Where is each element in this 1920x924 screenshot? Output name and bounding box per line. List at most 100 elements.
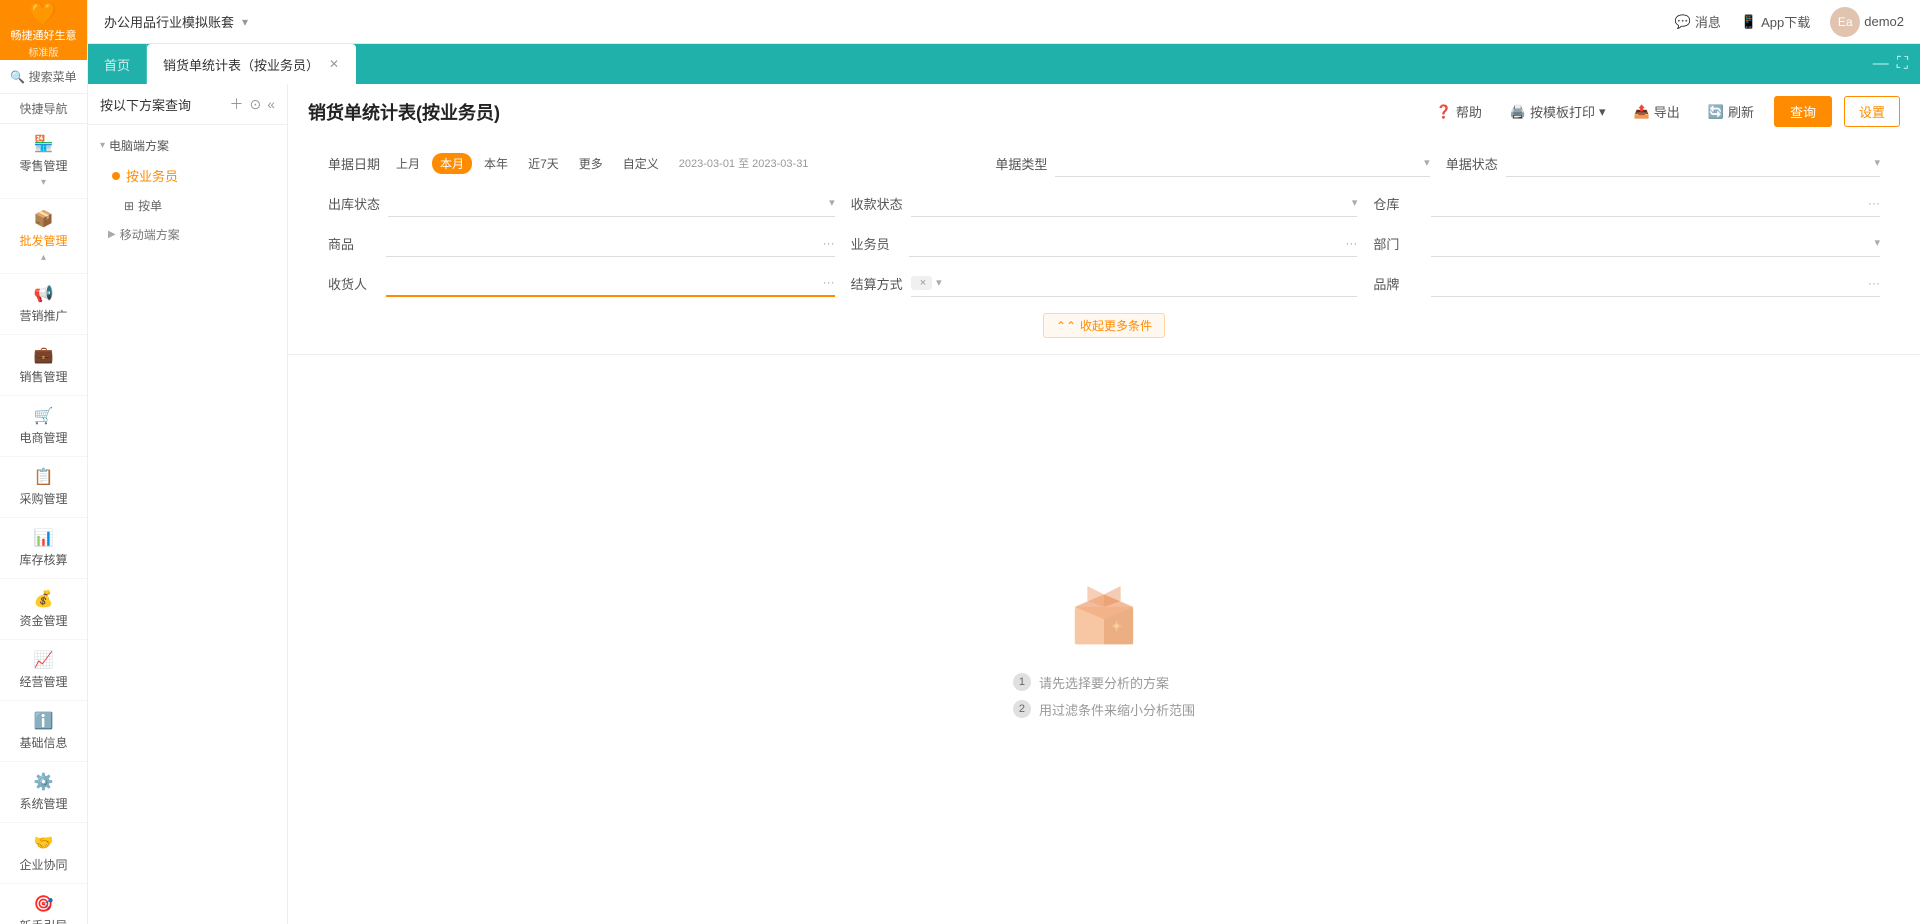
sidebar-item-ecommerce[interactable]: 🛒 电商管理 <box>0 396 87 457</box>
status-label: 单据状态 <box>1446 154 1498 173</box>
add-scheme-button[interactable]: ＋ <box>229 94 243 114</box>
sidebar-item-marketing[interactable]: 📢 营销推广 <box>0 274 87 335</box>
date-label: 单据日期 <box>328 154 380 173</box>
filter-row-1: 单据日期 上月 本月 本年 近7天 更多 自定义 2023-03-01 至 20… <box>328 149 1880 177</box>
date-tabs: 上月 本月 本年 近7天 更多 自定义 <box>388 153 667 174</box>
date-tab-more[interactable]: 更多 <box>571 153 611 174</box>
filter-area: 单据日期 上月 本月 本年 近7天 更多 自定义 2023-03-01 至 20… <box>308 137 1900 354</box>
type-arrow-icon: ▾ <box>1424 156 1430 169</box>
outin-control[interactable]: ▾ <box>388 189 835 217</box>
desktop-scheme-header[interactable]: ▾ 电脑端方案 <box>88 131 287 160</box>
lph-title: 按以下方案查询 <box>100 95 191 114</box>
topbar-title: 办公用品行业模拟账套 <box>104 12 234 31</box>
tab-close-icon[interactable]: ✕ <box>329 57 339 71</box>
template-print-button[interactable]: 🖨️ 按模板打印 ▾ <box>1502 98 1614 125</box>
sidebar-item-retail[interactable]: 🏪 零售管理 ▾ <box>0 124 87 199</box>
mobile-scheme-header[interactable]: ▶ 移动端方案 <box>88 220 287 249</box>
sidebar-item-wholesale[interactable]: 📦 批发管理 ▴ <box>0 199 87 274</box>
collapse-label: 收起更多条件 <box>1080 317 1152 334</box>
brand-control[interactable]: ··· <box>1431 269 1880 297</box>
topbar: 办公用品行业模拟账套 ▾ 💬 消息 📱 App下载 Ea demo2 <box>88 0 1920 44</box>
receipt-control[interactable]: ▾ <box>911 189 1358 217</box>
hint-text-2: 用过滤条件来缩小分析范围 <box>1039 700 1195 719</box>
dept-control[interactable]: ▾ <box>1431 229 1880 257</box>
mobile-scheme-label: 移动端方案 <box>120 226 180 243</box>
sidebar-item-sales-label: 销售管理 <box>19 368 67 385</box>
sidebar-item-finance[interactable]: 💰 资金管理 <box>0 579 87 640</box>
filter-payment: 结算方式 × ▾ <box>851 269 1358 297</box>
refresh-button[interactable]: 🔄 刷新 <box>1700 98 1762 125</box>
tab-home[interactable]: 首页 <box>88 44 147 84</box>
salesman-control[interactable]: ··· <box>909 229 1358 257</box>
user-menu[interactable]: Ea demo2 <box>1830 7 1904 37</box>
query-button[interactable]: 查询 <box>1774 96 1832 127</box>
topbar-dropdown-icon[interactable]: ▾ <box>242 15 248 29</box>
scheme-item-salesman-label: 按业务员 <box>126 166 178 185</box>
sidebar-item-newbie[interactable]: 🎯 新手引导 <box>0 884 87 924</box>
filter-type: 单据类型 ▾ <box>995 149 1429 177</box>
receipt-arrow-icon: ▾ <box>1352 196 1358 209</box>
help-label: 帮助 <box>1456 102 1482 121</box>
message-button[interactable]: 💬 消息 <box>1675 12 1721 31</box>
app-download-icon: 📱 <box>1741 14 1757 30</box>
window-min-icon[interactable]: — <box>1873 55 1889 73</box>
finance-icon: 💰 <box>34 589 54 609</box>
export-button[interactable]: 📤 导出 <box>1626 98 1688 125</box>
payment-arrow-icon: ▾ <box>936 276 942 289</box>
empty-icon <box>1054 561 1154 661</box>
payment-tag-close-icon[interactable]: × <box>920 277 926 289</box>
topbar-left: 办公用品行业模拟账套 ▾ <box>104 12 248 31</box>
sub-item-byorder[interactable]: ⊞ 按单 <box>88 191 287 220</box>
purchase-icon: 📋 <box>34 467 54 487</box>
sidebar-item-purchase[interactable]: 📋 采购管理 <box>0 457 87 518</box>
sidebar-item-sales[interactable]: 💼 销售管理 <box>0 335 87 396</box>
type-control[interactable]: ▾ <box>1055 149 1429 177</box>
collapse-up-icon: ⌃⌃ <box>1056 319 1076 333</box>
sidebar-item-operation-label: 经营管理 <box>19 673 67 690</box>
date-tab-custom[interactable]: 自定义 <box>615 153 667 174</box>
help-button[interactable]: ❓ 帮助 <box>1428 98 1490 125</box>
basic-icon: ℹ️ <box>34 711 54 731</box>
collapse-panel-button[interactable]: « <box>267 96 275 112</box>
refresh-icon: 🔄 <box>1708 104 1724 120</box>
app-download-button[interactable]: 📱 App下载 <box>1741 12 1810 31</box>
sidebar-item-inventory-label: 库存核算 <box>19 551 67 568</box>
warehouse-dots-icon: ··· <box>1868 196 1880 210</box>
settings-button[interactable]: 设置 <box>1844 96 1900 127</box>
mobile-scheme-expand-icon: ▶ <box>108 229 116 240</box>
sidebar-item-inventory[interactable]: 📊 库存核算 <box>0 518 87 579</box>
goods-dots-icon: ··· <box>823 236 835 250</box>
date-tab-thisyear[interactable]: 本年 <box>476 153 516 174</box>
receiver-control[interactable]: ··· <box>386 269 835 297</box>
filter-date: 单据日期 上月 本月 本年 近7天 更多 自定义 2023-03-01 至 20… <box>328 153 979 174</box>
payment-control[interactable]: × ▾ <box>911 269 1358 297</box>
payment-label: 结算方式 <box>851 274 903 293</box>
sidebar-item-basic[interactable]: ℹ️ 基础信息 <box>0 701 87 762</box>
date-tab-lastmonth[interactable]: 上月 <box>388 153 428 174</box>
filter-row-3: 商品 ··· 业务员 ··· <box>328 229 1880 257</box>
settings-scheme-button[interactable]: ⊙ <box>249 96 261 113</box>
brand-label: 品牌 <box>1373 274 1423 293</box>
payment-tag: × <box>911 276 932 290</box>
collapse-button[interactable]: ⌃⌃ 收起更多条件 <box>1043 313 1165 338</box>
page-header-row: 销货单统计表(按业务员) ❓ 帮助 🖨️ 按模板打印 ▾ 📤 <box>308 96 1900 127</box>
tab-report[interactable]: 销货单统计表（按业务员） ✕ <box>147 44 356 84</box>
window-max-icon[interactable]: ⛶ <box>1897 55 1908 73</box>
warehouse-control[interactable]: ··· <box>1431 189 1880 217</box>
quick-nav[interactable]: 快捷导航 <box>0 94 87 124</box>
receiver-label: 收货人 <box>328 274 378 293</box>
sidebar-item-operation[interactable]: 📈 经营管理 <box>0 640 87 701</box>
date-tab-thismonth[interactable]: 本月 <box>432 153 472 174</box>
goods-control[interactable]: ··· <box>386 229 835 257</box>
sidebar-item-enterprise[interactable]: 🤝 企业协同 <box>0 823 87 884</box>
avatar: Ea <box>1830 7 1860 37</box>
wholesale-expand-icon: ▴ <box>41 252 46 263</box>
sidebar-item-system[interactable]: ⚙️ 系统管理 <box>0 762 87 823</box>
date-tab-7days[interactable]: 近7天 <box>520 153 567 174</box>
scheme-item-salesman[interactable]: 按业务员 <box>88 160 287 191</box>
status-control[interactable]: ▾ <box>1506 149 1880 177</box>
status-arrow-icon: ▾ <box>1874 156 1880 169</box>
search-menu[interactable]: 🔍 搜索菜单 <box>0 60 87 94</box>
warehouse-label: 仓库 <box>1373 194 1423 213</box>
sidebar-item-wholesale-label: 批发管理 <box>19 232 67 249</box>
